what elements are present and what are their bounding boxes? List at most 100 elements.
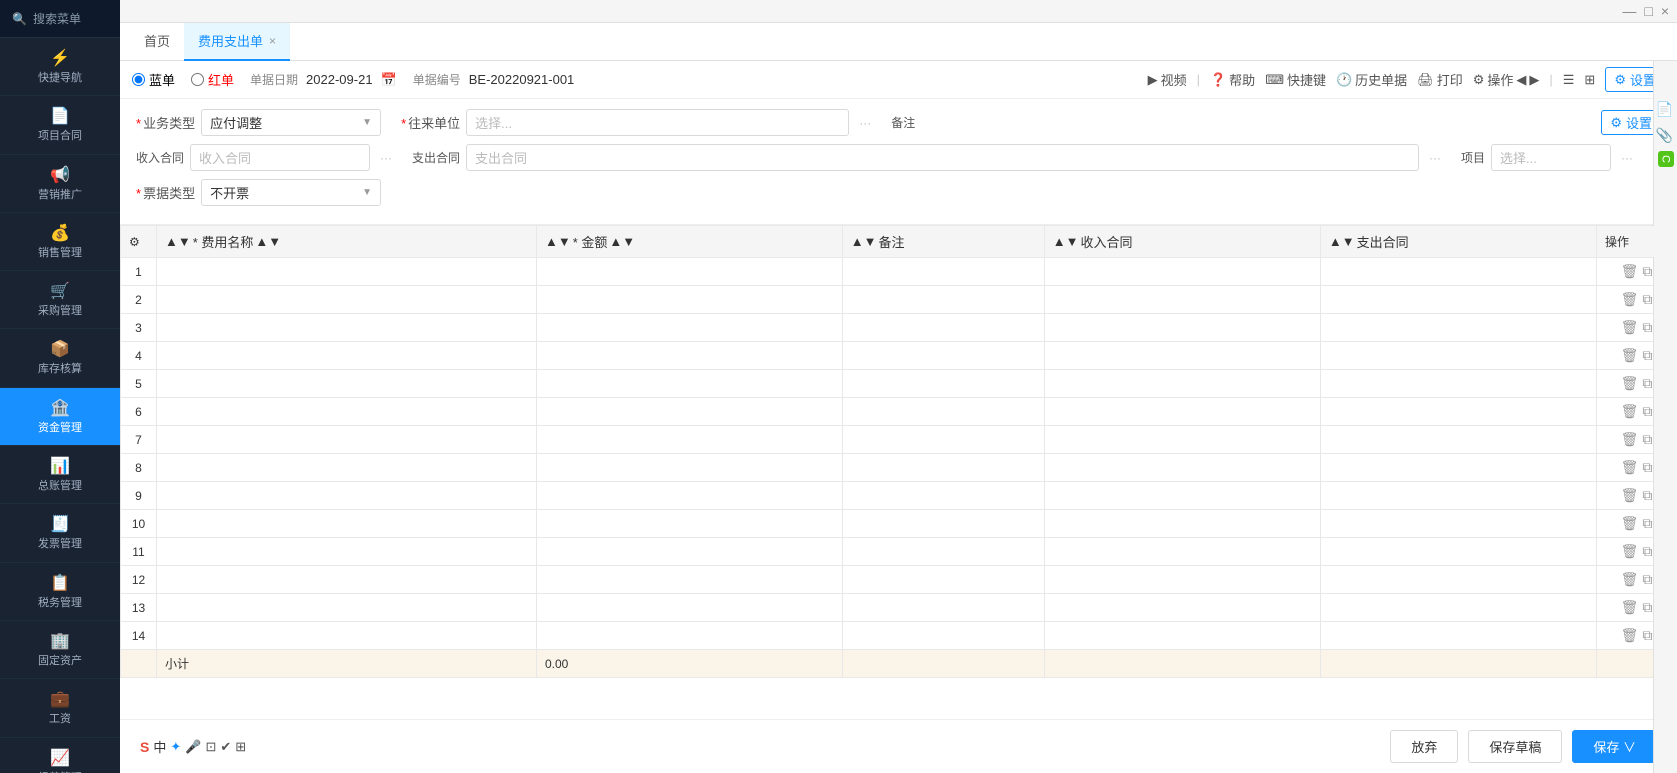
calendar-icon[interactable]: 📅 bbox=[381, 72, 397, 88]
row-1-expense-name[interactable] bbox=[157, 258, 537, 286]
row-13-income-contract[interactable] bbox=[1044, 594, 1320, 622]
row-12-expense-name[interactable] bbox=[157, 566, 537, 594]
row-7-delete-icon[interactable]: 🗑 bbox=[1621, 431, 1639, 448]
row-1-amount[interactable] bbox=[537, 258, 843, 286]
row-4-amount[interactable] bbox=[537, 342, 843, 370]
row-14-delete-icon[interactable]: 🗑 bbox=[1621, 627, 1639, 644]
row-9-delete-icon[interactable]: 🗑 bbox=[1621, 487, 1639, 504]
sidebar-item-sales[interactable]: 💰销售管理 bbox=[0, 213, 120, 271]
th-settings[interactable]: ⚙ bbox=[121, 226, 157, 258]
row-5-copy-icon[interactable]: ⧉ bbox=[1642, 375, 1652, 392]
sidebar-item-marketing[interactable]: 📢营销推广 bbox=[0, 155, 120, 213]
row-4-expense-name[interactable] bbox=[157, 342, 537, 370]
row-2-delete-icon[interactable]: 🗑 bbox=[1621, 291, 1639, 308]
row-7-copy-icon[interactable]: ⧉ bbox=[1642, 431, 1652, 448]
row-10-copy-icon[interactable]: ⧉ bbox=[1642, 515, 1652, 532]
row-14-expense-name[interactable] bbox=[157, 622, 537, 650]
row-14-amount[interactable] bbox=[537, 622, 843, 650]
counterparty-input[interactable]: 选择... bbox=[466, 109, 849, 136]
row-11-expense-name[interactable] bbox=[157, 538, 537, 566]
row-11-copy-icon[interactable]: ⧉ bbox=[1642, 543, 1652, 560]
project-input[interactable]: 选择... bbox=[1491, 144, 1611, 171]
row-11-delete-icon[interactable]: 🗑 bbox=[1621, 543, 1639, 560]
operations-button[interactable]: ⚙ 操作 ◀ ▶ bbox=[1473, 70, 1540, 89]
sidebar-item-ledger[interactable]: 📊总账管理 bbox=[0, 446, 120, 504]
blue-radio-label[interactable]: 蓝单 bbox=[132, 70, 175, 89]
close-button[interactable]: × bbox=[1661, 3, 1669, 19]
row-8-expense-contract[interactable] bbox=[1320, 454, 1596, 482]
sidebar-item-invoice[interactable]: 🧾发票管理 bbox=[0, 504, 120, 562]
row-1-income-contract[interactable] bbox=[1044, 258, 1320, 286]
restore-button[interactable]: □ bbox=[1644, 3, 1652, 19]
row-2-note[interactable] bbox=[842, 286, 1044, 314]
row-2-copy-icon[interactable]: ⧉ bbox=[1642, 291, 1652, 308]
income-contract-input[interactable]: 收入合同 bbox=[190, 144, 370, 171]
row-3-expense-contract[interactable] bbox=[1320, 314, 1596, 342]
row-13-expense-contract[interactable] bbox=[1320, 594, 1596, 622]
row-9-expense-contract[interactable] bbox=[1320, 482, 1596, 510]
row-4-note[interactable] bbox=[842, 342, 1044, 370]
row-8-income-contract[interactable] bbox=[1044, 454, 1320, 482]
row-8-copy-icon[interactable]: ⧉ bbox=[1642, 459, 1652, 476]
row-14-expense-contract[interactable] bbox=[1320, 622, 1596, 650]
grid-view-icon[interactable]: ⊞ bbox=[1584, 72, 1595, 88]
list-view-icon[interactable]: ☰ bbox=[1563, 72, 1575, 88]
business-type-input[interactable]: 应付调整 ▼ bbox=[201, 109, 381, 136]
row-11-amount[interactable] bbox=[537, 538, 843, 566]
row-6-amount[interactable] bbox=[537, 398, 843, 426]
row-1-copy-icon[interactable]: ⧉ bbox=[1642, 263, 1652, 280]
minimize-button[interactable]: — bbox=[1622, 3, 1636, 19]
row-1-note[interactable] bbox=[842, 258, 1044, 286]
red-radio-label[interactable]: 红单 bbox=[191, 70, 234, 89]
row-3-income-contract[interactable] bbox=[1044, 314, 1320, 342]
row-6-income-contract[interactable] bbox=[1044, 398, 1320, 426]
row-6-delete-icon[interactable]: 🗑 bbox=[1621, 403, 1639, 420]
row-12-amount[interactable] bbox=[537, 566, 843, 594]
expense-contract-input[interactable]: 支出合同 bbox=[466, 144, 1419, 171]
blue-radio[interactable] bbox=[132, 73, 145, 86]
row-2-income-contract[interactable] bbox=[1044, 286, 1320, 314]
row-10-expense-name[interactable] bbox=[157, 510, 537, 538]
row-13-copy-icon[interactable]: ⧉ bbox=[1642, 599, 1652, 616]
row-10-expense-contract[interactable] bbox=[1320, 510, 1596, 538]
row-7-income-contract[interactable] bbox=[1044, 426, 1320, 454]
save-draft-button[interactable]: 保存草稿 bbox=[1468, 730, 1562, 763]
row-4-delete-icon[interactable]: 🗑 bbox=[1621, 347, 1639, 364]
right-panel-attach-icon[interactable]: 📎 bbox=[1658, 126, 1674, 143]
sidebar-item-capital[interactable]: 🏦资金管理 bbox=[0, 388, 120, 446]
sidebar-item-operations[interactable]: 📈经营管理 bbox=[0, 738, 120, 773]
row-14-copy-icon[interactable]: ⧉ bbox=[1642, 627, 1652, 644]
row-10-amount[interactable] bbox=[537, 510, 843, 538]
help-button[interactable]: ❓ 帮助 bbox=[1210, 70, 1255, 89]
sidebar-item-tax[interactable]: 📋税务管理 bbox=[0, 563, 120, 621]
row-8-expense-name[interactable] bbox=[157, 454, 537, 482]
row-10-income-contract[interactable] bbox=[1044, 510, 1320, 538]
row-2-amount[interactable] bbox=[537, 286, 843, 314]
row-14-income-contract[interactable] bbox=[1044, 622, 1320, 650]
row-7-expense-contract[interactable] bbox=[1320, 426, 1596, 454]
history-button[interactable]: 🕐 历史单据 bbox=[1336, 70, 1407, 89]
row-8-delete-icon[interactable]: 🗑 bbox=[1621, 459, 1639, 476]
row-8-amount[interactable] bbox=[537, 454, 843, 482]
row-2-expense-name[interactable] bbox=[157, 286, 537, 314]
tab-expense-close[interactable]: × bbox=[269, 34, 276, 48]
row-5-expense-contract[interactable] bbox=[1320, 370, 1596, 398]
shortcut-button[interactable]: ⌨ 快捷键 bbox=[1265, 70, 1326, 89]
right-panel-green-icon[interactable]: C bbox=[1658, 151, 1674, 167]
row-7-amount[interactable] bbox=[537, 426, 843, 454]
red-radio[interactable] bbox=[191, 73, 204, 86]
invoice-type-input[interactable]: 不开票 ▼ bbox=[201, 179, 381, 206]
row-9-note[interactable] bbox=[842, 482, 1044, 510]
sidebar-item-project-contract[interactable]: 📄项目合同 bbox=[0, 96, 120, 154]
row-3-copy-icon[interactable]: ⧉ bbox=[1642, 319, 1652, 336]
sidebar-item-salary[interactable]: 💼工资 bbox=[0, 679, 120, 737]
sidebar-item-inventory[interactable]: 📦库存核算 bbox=[0, 329, 120, 387]
row-10-delete-icon[interactable]: 🗑 bbox=[1621, 515, 1639, 532]
row-5-delete-icon[interactable]: 🗑 bbox=[1621, 375, 1639, 392]
tab-home[interactable]: 首页 bbox=[130, 23, 184, 61]
row-9-copy-icon[interactable]: ⧉ bbox=[1642, 487, 1652, 504]
row-9-amount[interactable] bbox=[537, 482, 843, 510]
sidebar-item-fixed-assets[interactable]: 🏢固定资产 bbox=[0, 621, 120, 679]
row-3-delete-icon[interactable]: 🗑 bbox=[1621, 319, 1639, 336]
row-13-expense-name[interactable] bbox=[157, 594, 537, 622]
